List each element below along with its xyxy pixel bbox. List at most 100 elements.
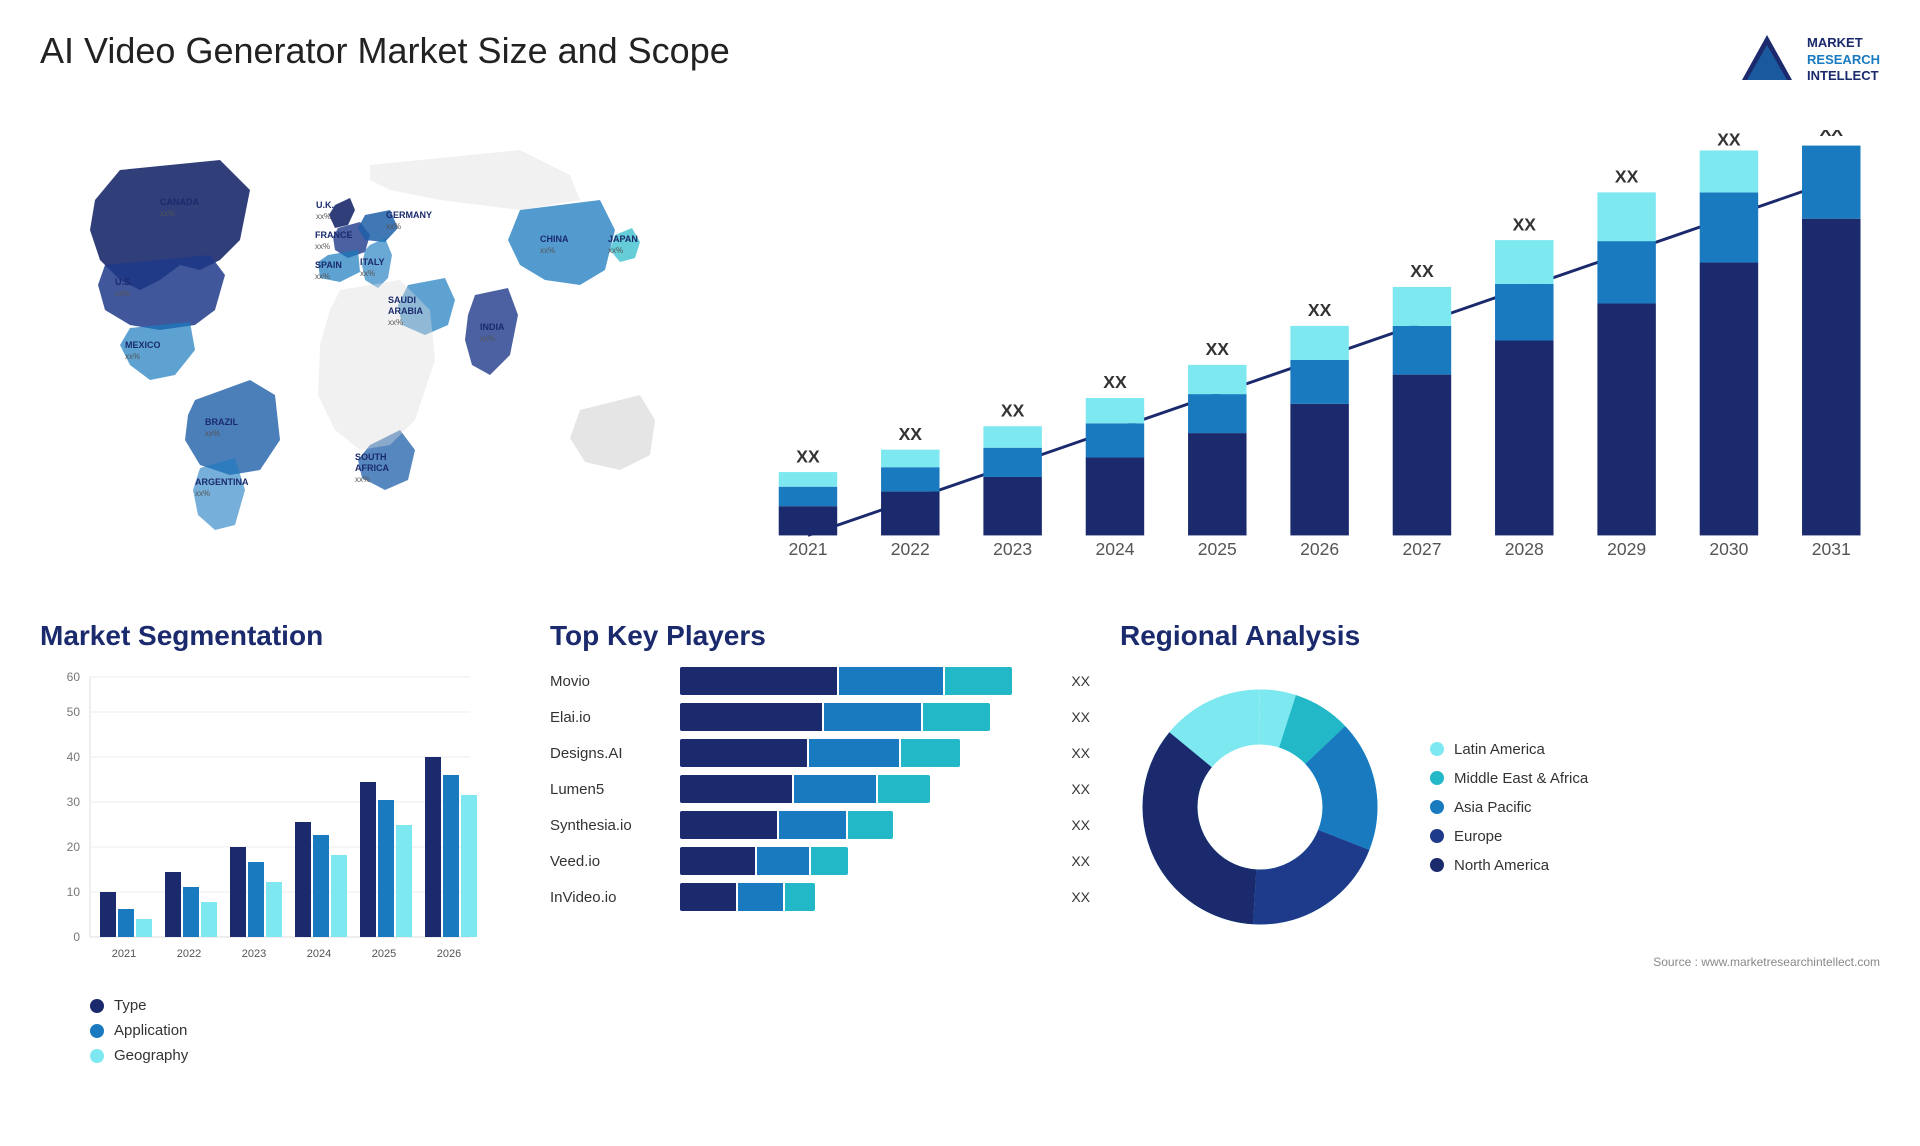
japan-label: JAPAN bbox=[608, 234, 638, 244]
geography-dot bbox=[90, 1049, 104, 1063]
player-row: Designs.AI XX bbox=[550, 739, 1090, 767]
player-bar-wrap bbox=[680, 775, 1053, 803]
svg-text:XX: XX bbox=[1410, 261, 1434, 281]
player-name: InVideo.io bbox=[550, 889, 670, 906]
svg-text:2028: 2028 bbox=[1505, 539, 1544, 559]
legend-asia-pacific: Asia Pacific bbox=[1430, 799, 1588, 816]
segmentation-container: Market Segmentation 0 10 20 30 bbox=[40, 620, 520, 1040]
middle-east-dot bbox=[1430, 771, 1444, 785]
bottom-section: Market Segmentation 0 10 20 30 bbox=[40, 620, 1880, 1040]
svg-text:2025: 2025 bbox=[1198, 539, 1237, 559]
player-bar-wrap bbox=[680, 667, 1053, 695]
player-row: Lumen5 XX bbox=[550, 775, 1090, 803]
brazil-label: BRAZIL bbox=[205, 417, 238, 427]
source-text: Source : www.marketresearchintellect.com bbox=[1120, 955, 1880, 969]
player-value: XX bbox=[1071, 853, 1090, 869]
svg-text:xx%: xx% bbox=[388, 318, 403, 327]
player-value: XX bbox=[1071, 709, 1090, 725]
svg-text:XX: XX bbox=[1513, 214, 1537, 234]
svg-text:XX: XX bbox=[1206, 339, 1230, 359]
segmentation-chart: 0 10 20 30 40 50 60 2021 bbox=[40, 667, 500, 987]
canada-label: CANADA bbox=[160, 197, 199, 207]
latin-america-label: Latin America bbox=[1454, 741, 1545, 758]
svg-text:xx%: xx% bbox=[125, 352, 140, 361]
legend-middle-east-africa: Middle East & Africa bbox=[1430, 770, 1588, 787]
svg-text:2029: 2029 bbox=[1607, 539, 1646, 559]
map-container: CANADA xx% U.S. xx% MEXICO xx% BRAZIL xx… bbox=[40, 110, 700, 590]
china-label: CHINA bbox=[540, 234, 569, 244]
svg-text:2021: 2021 bbox=[788, 539, 827, 559]
header: AI Video Generator Market Size and Scope… bbox=[40, 30, 1880, 90]
player-row: InVideo.io XX bbox=[550, 883, 1090, 911]
regional-donut-area: Latin America Middle East & Africa Asia … bbox=[1120, 667, 1880, 947]
svg-text:2022: 2022 bbox=[891, 539, 930, 559]
legend-europe: Europe bbox=[1430, 828, 1588, 845]
svg-text:2022: 2022 bbox=[177, 948, 201, 960]
svg-text:2024: 2024 bbox=[1095, 539, 1134, 559]
legend-type: Type bbox=[90, 997, 520, 1014]
legend-application: Application bbox=[90, 1022, 520, 1039]
segmentation-title: Market Segmentation bbox=[40, 620, 520, 652]
player-bar-wrap bbox=[680, 739, 1053, 767]
player-name: Designs.AI bbox=[550, 745, 670, 762]
svg-text:XX: XX bbox=[899, 424, 923, 444]
svg-text:50: 50 bbox=[67, 705, 81, 719]
player-row: Synthesia.io XX bbox=[550, 811, 1090, 839]
application-label: Application bbox=[114, 1022, 187, 1039]
svg-text:xx%: xx% bbox=[386, 222, 401, 231]
top-section: CANADA xx% U.S. xx% MEXICO xx% BRAZIL xx… bbox=[40, 110, 1880, 590]
svg-text:XX: XX bbox=[1308, 300, 1332, 320]
svg-text:ARABIA: ARABIA bbox=[388, 306, 423, 316]
north-america-dot bbox=[1430, 858, 1444, 872]
player-value: XX bbox=[1071, 817, 1090, 833]
europe-label: Europe bbox=[1454, 828, 1502, 845]
player-bar-wrap bbox=[680, 811, 1053, 839]
player-value: XX bbox=[1071, 673, 1090, 689]
svg-text:40: 40 bbox=[67, 750, 81, 764]
geography-label: Geography bbox=[114, 1047, 188, 1064]
bar-chart-container: XX 2021 XX 2022 XX 2023 XX 2024 bbox=[730, 110, 1880, 590]
logo: MARKET RESEARCH INTELLECT bbox=[1737, 30, 1880, 90]
player-name: Lumen5 bbox=[550, 781, 670, 798]
player-name: Movio bbox=[550, 673, 670, 690]
type-label: Type bbox=[114, 997, 147, 1014]
regional-legend: Latin America Middle East & Africa Asia … bbox=[1430, 741, 1588, 874]
svg-text:XX: XX bbox=[1717, 130, 1741, 150]
regional-title: Regional Analysis bbox=[1120, 620, 1880, 652]
france-label: FRANCE bbox=[315, 230, 353, 240]
svg-text:xx%: xx% bbox=[355, 475, 370, 484]
svg-text:xx%: xx% bbox=[480, 334, 495, 343]
legend-latin-america: Latin America bbox=[1430, 741, 1588, 758]
latin-america-dot bbox=[1430, 742, 1444, 756]
saudi-arabia-label: SAUDI bbox=[388, 295, 416, 305]
svg-text:0: 0 bbox=[73, 930, 80, 944]
south-africa-label: SOUTH bbox=[355, 452, 387, 462]
argentina-label: ARGENTINA bbox=[195, 477, 249, 487]
mexico-label: MEXICO bbox=[125, 340, 161, 350]
svg-text:2025: 2025 bbox=[372, 948, 396, 960]
us-label: U.S. bbox=[115, 277, 133, 287]
player-row: Veed.io XX bbox=[550, 847, 1090, 875]
svg-text:xx%: xx% bbox=[316, 212, 331, 221]
svg-text:XX: XX bbox=[1615, 167, 1639, 187]
north-america-label: North America bbox=[1454, 857, 1549, 874]
svg-text:xx%: xx% bbox=[195, 489, 210, 498]
application-dot bbox=[90, 1024, 104, 1038]
svg-text:xx%: xx% bbox=[360, 269, 375, 278]
player-name: Veed.io bbox=[550, 853, 670, 870]
svg-text:2030: 2030 bbox=[1709, 539, 1748, 559]
svg-text:2023: 2023 bbox=[993, 539, 1032, 559]
player-row: Elai.io XX bbox=[550, 703, 1090, 731]
svg-text:2026: 2026 bbox=[437, 948, 461, 960]
player-row: Movio XX bbox=[550, 667, 1090, 695]
players-title: Top Key Players bbox=[550, 620, 1090, 652]
middle-east-label: Middle East & Africa bbox=[1454, 770, 1588, 787]
uk-label: U.K. bbox=[316, 200, 334, 210]
svg-text:60: 60 bbox=[67, 670, 81, 684]
svg-text:xx%: xx% bbox=[115, 289, 130, 298]
player-name: Synthesia.io bbox=[550, 817, 670, 834]
logo-text: MARKET RESEARCH INTELLECT bbox=[1807, 35, 1880, 86]
europe-dot bbox=[1430, 829, 1444, 843]
legend-north-america: North America bbox=[1430, 857, 1588, 874]
svg-text:XX: XX bbox=[1001, 401, 1025, 421]
